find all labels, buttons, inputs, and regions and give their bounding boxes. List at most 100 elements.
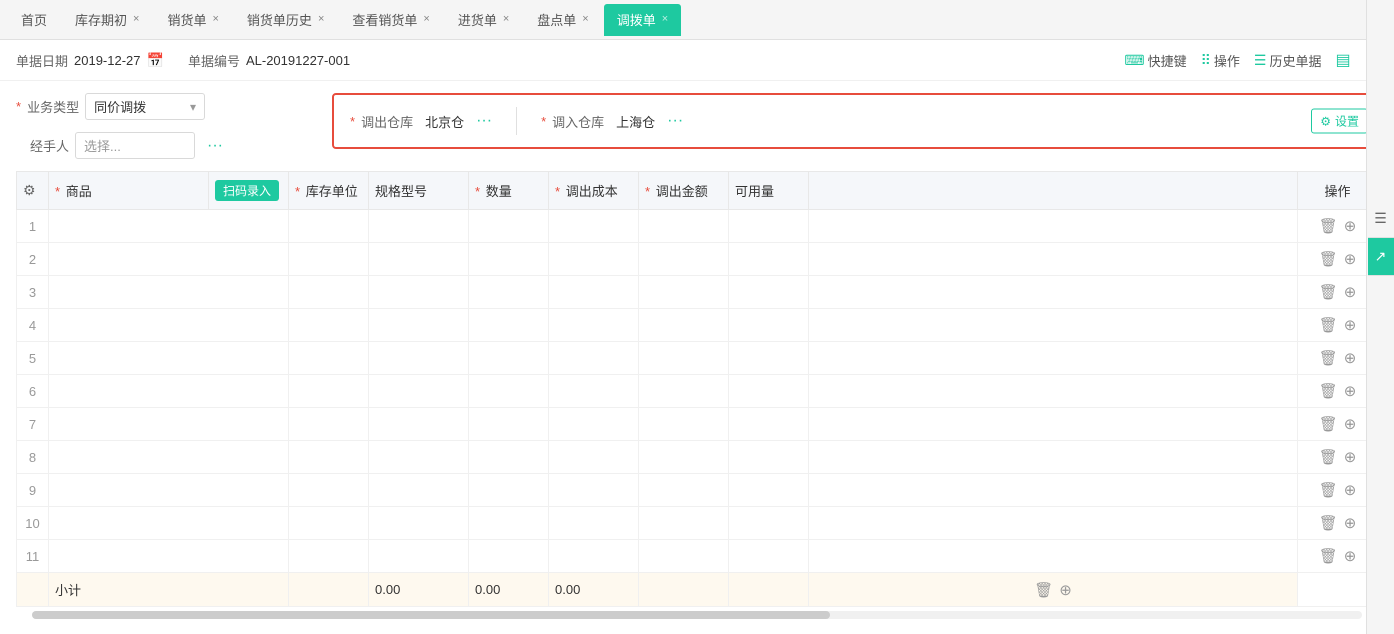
th-gear[interactable]: ⚙ <box>17 172 49 210</box>
unit-cell[interactable] <box>289 276 369 309</box>
available-cell[interactable] <box>729 210 809 243</box>
tab-sales-history[interactable]: 销货单历史 × <box>234 4 337 36</box>
copy-icon[interactable]: ⊕ <box>1344 317 1357 334</box>
spec-cell[interactable] <box>369 441 469 474</box>
qty-cell[interactable] <box>469 507 549 540</box>
available-cell[interactable] <box>729 507 809 540</box>
tab-close-icon[interactable]: × <box>212 14 218 25</box>
cost-cell[interactable] <box>549 309 639 342</box>
copy-icon[interactable]: ⊕ <box>1344 284 1357 301</box>
tab-transfer[interactable]: 调拨单 × <box>604 4 681 36</box>
qty-cell[interactable] <box>469 342 549 375</box>
available-cell[interactable] <box>729 276 809 309</box>
tab-view-sales[interactable]: 查看销货单 × <box>339 4 442 36</box>
delete-icon[interactable]: 🗑 <box>1319 218 1338 235</box>
unit-cell[interactable] <box>289 375 369 408</box>
cost-cell[interactable] <box>549 276 639 309</box>
cost-cell[interactable] <box>549 243 639 276</box>
spec-cell[interactable] <box>369 507 469 540</box>
qty-cell[interactable] <box>469 375 549 408</box>
available-cell[interactable] <box>729 408 809 441</box>
copy-icon[interactable]: ⊕ <box>1344 251 1357 268</box>
business-type-select[interactable]: 同价调拨 ▾ <box>85 93 205 120</box>
spec-cell[interactable] <box>369 309 469 342</box>
layout-icon-1[interactable]: ▤ <box>1335 50 1350 70</box>
product-cell[interactable] <box>49 441 289 474</box>
product-cell[interactable] <box>49 474 289 507</box>
copy-icon[interactable]: ⊕ <box>1059 582 1072 599</box>
delete-icon[interactable]: 🗑 <box>1319 449 1338 466</box>
spec-cell[interactable] <box>369 243 469 276</box>
calendar-icon[interactable]: 📅 <box>147 52 164 69</box>
unit-cell[interactable] <box>289 441 369 474</box>
available-cell[interactable] <box>729 342 809 375</box>
amount-cell[interactable] <box>639 474 729 507</box>
cost-cell[interactable] <box>549 441 639 474</box>
delete-icon[interactable]: 🗑 <box>1319 548 1338 565</box>
history-button[interactable]: ☰ 历史单据 <box>1254 51 1322 70</box>
tab-inventory-init[interactable]: 库存期初 × <box>62 4 152 36</box>
qty-cell[interactable] <box>469 210 549 243</box>
cost-cell[interactable] <box>549 342 639 375</box>
unit-cell[interactable] <box>289 309 369 342</box>
delete-icon[interactable]: 🗑 <box>1319 251 1338 268</box>
amount-cell[interactable] <box>639 243 729 276</box>
copy-icon[interactable]: ⊕ <box>1344 350 1357 367</box>
copy-icon[interactable]: ⊕ <box>1344 482 1357 499</box>
delete-icon[interactable]: 🗑 <box>1319 284 1338 301</box>
product-cell[interactable] <box>49 375 289 408</box>
handler-more-icon[interactable]: ··· <box>207 137 223 155</box>
qty-cell[interactable] <box>469 243 549 276</box>
unit-cell[interactable] <box>289 540 369 573</box>
amount-cell[interactable] <box>639 309 729 342</box>
delete-icon[interactable]: 🗑 <box>1319 317 1338 334</box>
unit-cell[interactable] <box>289 243 369 276</box>
copy-icon[interactable]: ⊕ <box>1344 548 1357 565</box>
amount-cell[interactable] <box>639 276 729 309</box>
spec-cell[interactable] <box>369 276 469 309</box>
shortcut-button[interactable]: ⌨ 快捷键 <box>1124 51 1186 70</box>
delete-icon[interactable]: 🗑 <box>1319 350 1338 367</box>
available-cell[interactable] <box>729 309 809 342</box>
unit-cell[interactable] <box>289 408 369 441</box>
gear-icon[interactable]: ⚙ <box>23 182 36 198</box>
cost-cell[interactable] <box>549 210 639 243</box>
tab-close-icon[interactable]: × <box>662 14 668 25</box>
cost-cell[interactable] <box>549 540 639 573</box>
scrollbar-thumb[interactable] <box>32 611 830 619</box>
available-cell[interactable] <box>729 375 809 408</box>
cost-cell[interactable] <box>549 507 639 540</box>
available-cell[interactable] <box>729 540 809 573</box>
in-warehouse-more-icon[interactable]: ··· <box>667 112 683 130</box>
tab-purchase[interactable]: 进货单 × <box>445 4 522 36</box>
delete-icon[interactable]: 🗑 <box>1319 482 1338 499</box>
delete-icon[interactable]: 🗑 <box>1319 515 1338 532</box>
qty-cell[interactable] <box>469 441 549 474</box>
settings-button[interactable]: ⚙ 设置 <box>1311 109 1368 134</box>
sidebar-expand-icon[interactable]: ↗ <box>1368 238 1394 276</box>
th-scan[interactable]: 扫码录入 <box>209 172 289 210</box>
out-warehouse-more-icon[interactable]: ··· <box>476 112 492 130</box>
delete-icon[interactable]: 🗑 <box>1319 383 1338 400</box>
sidebar-doc-icon[interactable]: ☰ <box>1368 200 1394 238</box>
ops-button[interactable]: ⠿ 操作 <box>1201 51 1240 70</box>
tab-close-icon[interactable]: × <box>423 14 429 25</box>
amount-cell[interactable] <box>639 375 729 408</box>
available-cell[interactable] <box>729 441 809 474</box>
horizontal-scrollbar[interactable] <box>32 611 1362 619</box>
tab-close-icon[interactable]: × <box>133 14 139 25</box>
delete-icon[interactable]: 🗑 <box>1034 582 1053 599</box>
delete-icon[interactable]: 🗑 <box>1319 416 1338 433</box>
product-cell[interactable] <box>49 309 289 342</box>
available-cell[interactable] <box>729 474 809 507</box>
tab-close-icon[interactable]: × <box>503 14 509 25</box>
tab-close-icon[interactable]: × <box>318 14 324 25</box>
product-cell[interactable] <box>49 243 289 276</box>
tab-sales-order[interactable]: 销货单 × <box>154 4 231 36</box>
qty-cell[interactable] <box>469 540 549 573</box>
tab-home[interactable]: 首页 <box>8 4 60 36</box>
amount-cell[interactable] <box>639 210 729 243</box>
copy-icon[interactable]: ⊕ <box>1344 383 1357 400</box>
product-cell[interactable] <box>49 408 289 441</box>
product-cell[interactable] <box>49 540 289 573</box>
